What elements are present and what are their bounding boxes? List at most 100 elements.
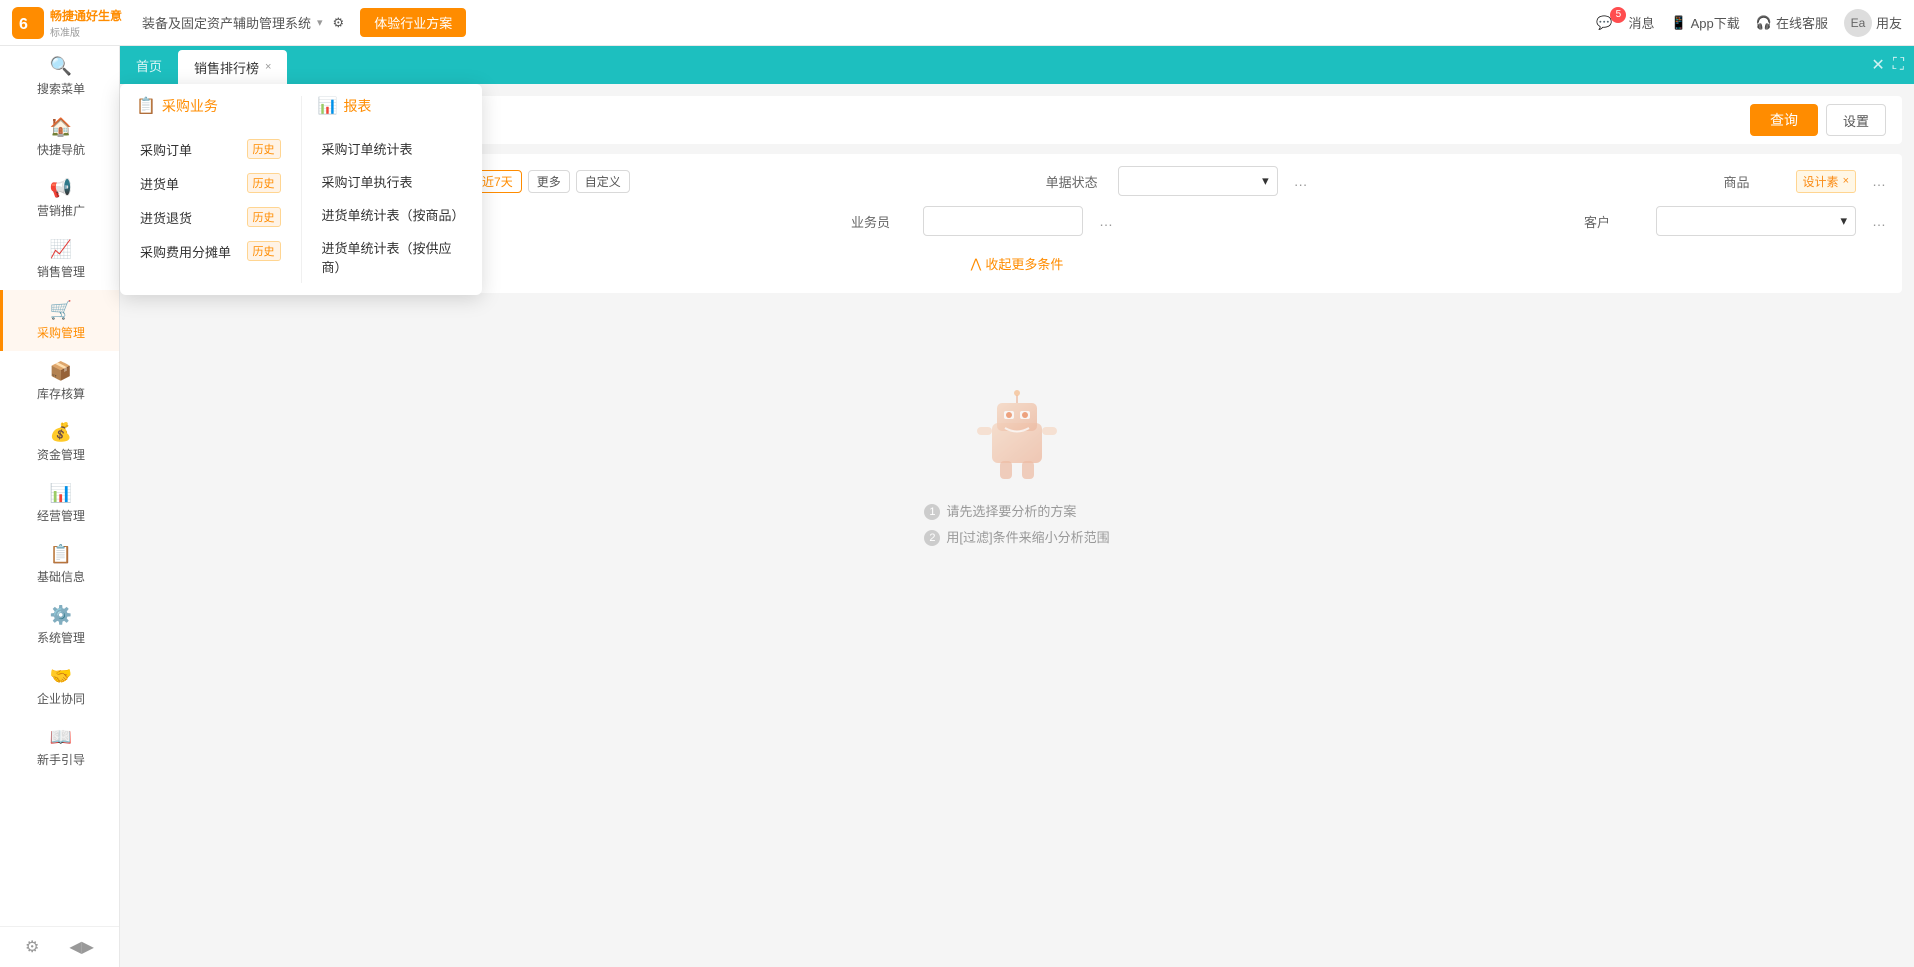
dropdown-item-goods-receipt[interactable]: 进货单 历史 [136,166,285,200]
dropdown-item-purchase-order[interactable]: 采购订单 历史 [136,132,285,166]
box-icon: 📦 [50,361,72,382]
tab-bar-right: ✕ ⛶ [1871,46,1914,84]
user-item[interactable]: Ea 用友 [1844,9,1902,37]
book-icon: 📖 [50,727,72,748]
action-buttons: 查询 设置 [1750,104,1886,136]
clipboard-icon: 📋 [50,544,72,565]
sidebar: 🔍 搜索菜单 🏠 快捷导航 📢 营销推广 📈 销售管理 🛒 采购管理 📦 库存核… [0,46,120,967]
sidebar-item-system[interactable]: ⚙️ 系统管理 [0,595,119,656]
online-service-item[interactable]: 🎧 在线客服 [1756,13,1828,32]
status-label: 单据状态 [1046,172,1106,191]
customer-select[interactable]: ▾ [1656,206,1856,236]
sidebar-item-guide[interactable]: 📖 新手引导 [0,717,119,778]
logo-icon: 6 [12,7,44,39]
dropdown-item-report-2[interactable]: 采购订单执行表 [318,165,467,198]
goods-label: 商品 [1724,172,1784,191]
money-icon: 💰 [50,422,72,443]
sidebar-item-marketing[interactable]: 📢 营销推广 [0,168,119,229]
salesman-more-icon[interactable]: … [1099,213,1113,229]
home-icon: 🏠 [50,117,72,138]
tab-close-icon[interactable]: × [265,61,271,73]
dropdown-arrow-icon[interactable]: ▾ [317,16,323,29]
sidebar-bottom: ⚙ ◀▶ [0,926,119,967]
dropdown-col-report: 📊 报表 采购订单统计表 采购订单执行表 进货单统计表（按商品） 进货单统计表（… [301,96,483,283]
maximize-icon[interactable]: ⛶ [1893,56,1904,74]
goods-more-icon[interactable]: … [1872,173,1886,189]
close-window-icon[interactable]: ✕ [1871,55,1884,75]
dropdown-menu: 📋 采购业务 采购订单 历史 进货单 历史 进货退货 历史 采购费用分摊单 历史… [120,84,482,295]
goods-tag: 设计素 × [1796,170,1856,193]
sidebar-item-finance[interactable]: 💰 资金管理 [0,412,119,473]
sidebar-item-enterprise[interactable]: 🤝 企业协同 [0,656,119,717]
collapse-up-icon: ⋀ [971,256,982,272]
headset-icon: 🎧 [1756,15,1772,31]
sidebar-item-operation[interactable]: 📊 经营管理 [0,473,119,534]
sidebar-item-sales[interactable]: 📈 销售管理 [0,229,119,290]
search-button[interactable]: 查询 [1750,104,1818,136]
hist-badge-2[interactable]: 历史 [247,207,281,227]
chart-icon: 📈 [50,239,72,260]
dropdown-item-report-1[interactable]: 采购订单统计表 [318,132,467,165]
setting-button[interactable]: 设置 [1826,104,1886,136]
salesman-label: 业务员 [851,212,911,231]
tab-home[interactable]: 首页 [120,46,178,84]
dropdown-col1-title: 📋 采购业务 [136,96,285,122]
dropdown-item-report-3[interactable]: 进货单统计表（按商品） [318,198,467,231]
dropdown-item-purchase-expense[interactable]: 采购费用分摊单 历史 [136,234,285,268]
quick-custom-btn[interactable]: 自定义 [576,170,630,193]
tab-bar: 首页 销售排行榜 × ✕ ⛶ [120,46,1914,84]
sidebar-item-basic-info[interactable]: 📋 基础信息 [0,534,119,595]
app-download-item[interactable]: 📱 App下载 [1670,13,1739,32]
gear-icon[interactable]: ⚙ [333,15,345,31]
bar-chart-icon: 📊 [50,483,72,504]
sidebar-item-quick-nav[interactable]: 🏠 快捷导航 [0,107,119,168]
select-arrow-icon: ▾ [1262,173,1269,189]
industry-btn[interactable]: 体验行业方案 [360,8,466,37]
logo-area: 6 畅捷通好生意 标准版 [12,7,132,39]
logo-text: 畅捷通好生意 标准版 [50,7,122,39]
purchase-col-icon: 📋 [136,96,156,116]
megaphone-icon: 📢 [50,178,72,199]
empty-tip-1: 1 请先选择要分析的方案 [924,499,1109,525]
settings-icon: ⚙️ [50,605,72,626]
sidebar-item-inventory[interactable]: 📦 库存核算 [0,351,119,412]
customer-arrow-icon: ▾ [1840,213,1847,229]
status-more-icon[interactable]: … [1294,173,1308,189]
handshake-icon: 🤝 [50,666,72,687]
svg-text:6: 6 [19,16,28,33]
avatar: Ea [1844,9,1872,37]
sidebar-item-search[interactable]: 🔍 搜索菜单 [0,46,119,107]
dropdown-item-goods-return[interactable]: 进货退货 历史 [136,200,285,234]
notification-badge: 5 [1610,7,1626,23]
tab-sales-rank[interactable]: 销售排行榜 × [178,50,287,84]
empty-tips: 1 请先选择要分析的方案 2 用[过滤]条件来缩小分析范围 [924,499,1109,551]
status-select[interactable]: ▾ [1118,166,1278,196]
customer-more-icon[interactable]: … [1872,213,1886,229]
hist-badge-1[interactable]: 历史 [247,173,281,193]
shopping-icon: 🛒 [50,300,72,321]
report-col-icon: 📊 [318,96,338,116]
top-bar-right: 💬 5 消息 📱 App下载 🎧 在线客服 Ea 用友 [1596,9,1902,37]
hist-badge-3[interactable]: 历史 [247,241,281,261]
dropdown-col2-title: 📊 报表 [318,96,467,122]
dropdown-item-report-4[interactable]: 进货单统计表（按供应商） [318,231,467,283]
quick-date-btns: 近7天 更多 自定义 [473,170,630,193]
salesman-select[interactable] [923,206,1083,236]
phone-icon: 📱 [1670,15,1686,31]
collapse-btn[interactable]: ⋀ 收起更多条件 [963,246,1072,281]
hist-badge-0[interactable]: 历史 [247,139,281,159]
goods-tag-remove[interactable]: × [1843,175,1849,187]
empty-state: 1 请先选择要分析的方案 2 用[过滤]条件来缩小分析范围 [132,303,1902,631]
dropdown-col-purchase: 📋 采购业务 采购订单 历史 进货单 历史 进货退货 历史 采购费用分摊单 历史 [120,96,301,283]
empty-tip-2: 2 用[过滤]条件来缩小分析范围 [924,525,1109,551]
settings-bottom-icon[interactable]: ⚙ [25,937,39,957]
collapse-sidebar-icon[interactable]: ◀▶ [69,937,94,957]
empty-illustration [967,383,1067,483]
search-icon: 🔍 [50,56,72,77]
top-bar: 6 畅捷通好生意 标准版 装备及固定资产辅助管理系统 ▾ ⚙ 体验行业方案 💬 … [0,0,1914,46]
sidebar-item-purchase[interactable]: 🛒 采购管理 [0,290,119,351]
message-item[interactable]: 💬 5 消息 [1596,13,1654,32]
customer-label: 客户 [1584,212,1644,231]
quick-more-btn[interactable]: 更多 [528,170,570,193]
system-title: 装备及固定资产辅助管理系统 ▾ ⚙ 体验行业方案 [142,8,1596,37]
